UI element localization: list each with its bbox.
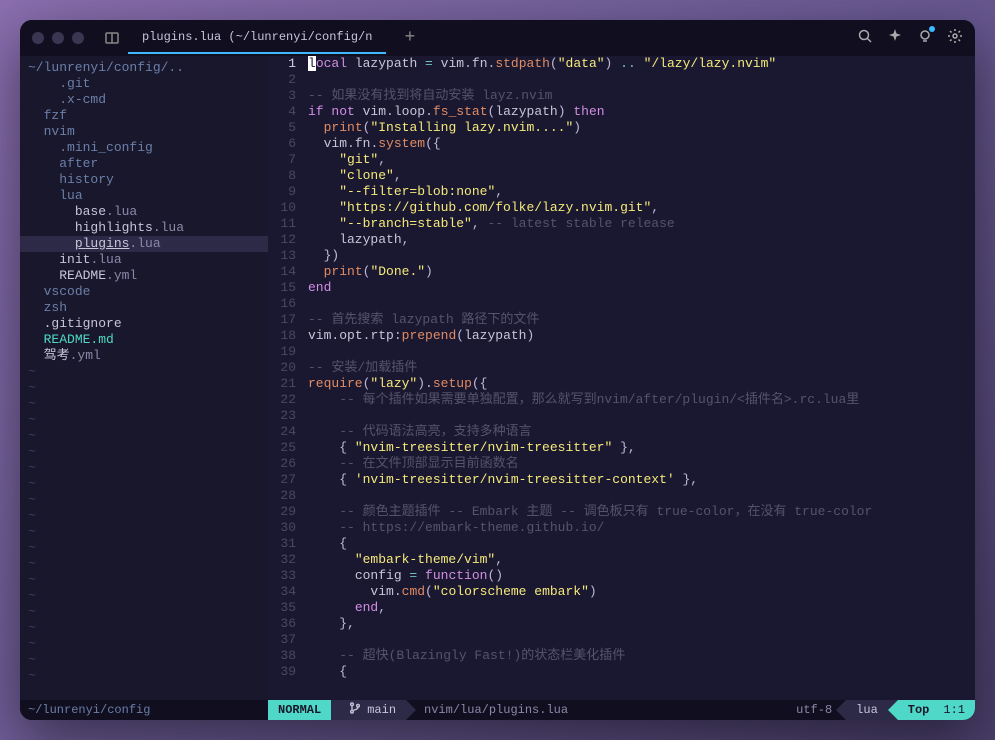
code-line[interactable] [308,632,975,648]
tree-item[interactable]: fzf [20,108,268,124]
code-pane: 1234567891011121314151617181920212223242… [268,56,975,700]
terminal-window: plugins.lua (~/lunrenyi/config/n + ~/lun… [20,20,975,720]
status-position: Top [898,700,940,720]
line-number-gutter: 1234567891011121314151617181920212223242… [268,56,302,700]
tab-active[interactable]: plugins.lua (~/lunrenyi/config/n [128,22,386,54]
status-mode: NORMAL [268,700,331,720]
code-line[interactable]: end, [308,600,975,616]
new-tab-button[interactable]: + [394,28,425,48]
status-file: nvim/lua/plugins.lua [406,700,788,720]
code-line[interactable]: -- 首先搜索 lazypath 路径下的文件 [308,312,975,328]
code-content[interactable]: local lazypath = vim.fn.stdpath("data") … [302,56,975,700]
code-line[interactable] [308,344,975,360]
maximize-window-button[interactable] [72,32,84,44]
tree-item[interactable]: .git [20,76,268,92]
code-line[interactable]: if not vim.loop.fs_stat(lazypath) then [308,104,975,120]
code-line[interactable]: -- 在文件顶部显示目前函数名 [308,456,975,472]
code-line[interactable]: vim.opt.rtp:prepend(lazypath) [308,328,975,344]
tree-root[interactable]: ~/lunrenyi/config/.. [20,60,268,76]
tree-item[interactable]: lua [20,188,268,204]
status-left-path: ~/lunrenyi/config [20,700,268,720]
search-icon[interactable] [857,28,873,48]
tree-item[interactable]: README.md [20,332,268,348]
code-line[interactable]: "--filter=blob:none", [308,184,975,200]
editor-area: ~/lunrenyi/config/.. .git .x-cmd fzf nvi… [20,56,975,700]
tree-item[interactable]: plugins.lua [20,236,268,252]
bulb-icon[interactable] [917,28,933,48]
statusbar: ~/lunrenyi/config NORMAL main nvim/lua/p… [20,700,975,720]
code-line[interactable]: "embark-theme/vim", [308,552,975,568]
code-line[interactable]: { "nvim-treesitter/nvim-treesitter" }, [308,440,975,456]
code-line[interactable]: "clone", [308,168,975,184]
code-line[interactable]: require("lazy").setup({ [308,376,975,392]
code-line[interactable] [308,72,975,88]
close-window-button[interactable] [32,32,44,44]
code-line[interactable]: }) [308,248,975,264]
code-line[interactable]: vim.cmd("colorscheme embark") [308,584,975,600]
code-line[interactable]: -- 超快(Blazingly Fast!)的状态栏美化插件 [308,648,975,664]
code-line[interactable]: local lazypath = vim.fn.stdpath("data") … [308,56,975,72]
code-line[interactable]: print("Installing lazy.nvim....") [308,120,975,136]
tree-item[interactable]: base.lua [20,204,268,220]
code-line[interactable]: -- https://embark-theme.github.io/ [308,520,975,536]
tree-item[interactable]: .x-cmd [20,92,268,108]
code-line[interactable]: print("Done.") [308,264,975,280]
tree-item[interactable]: README.yml [20,268,268,284]
tree-item[interactable]: .gitignore [20,316,268,332]
code-line[interactable]: "--branch=stable", -- latest stable rele… [308,216,975,232]
window-controls [32,32,84,44]
status-filetype: lua [846,700,888,720]
tree-item[interactable]: highlights.lua [20,220,268,236]
status-branch: main [331,700,406,720]
code-line[interactable]: config = function() [308,568,975,584]
tree-item[interactable]: history [20,172,268,188]
git-branch-icon [349,702,361,718]
code-line[interactable]: -- 安装/加载插件 [308,360,975,376]
split-pane-icon[interactable] [104,30,120,46]
code-line[interactable]: vim.fn.system({ [308,136,975,152]
status-branch-name: main [367,703,396,717]
code-line[interactable]: -- 颜色主题插件 -- Embark 主题 -- 调色板只有 true-col… [308,504,975,520]
code-line[interactable]: { 'nvim-treesitter/nvim-treesitter-conte… [308,472,975,488]
status-encoding: utf-8 [788,700,846,720]
tree-item[interactable]: vscode [20,284,268,300]
settings-gear-icon[interactable] [947,28,963,48]
tree-item[interactable]: 驾考.yml [20,348,268,364]
titlebar: plugins.lua (~/lunrenyi/config/n + [20,20,975,56]
code-line[interactable]: -- 代码语法高亮，支持多种语言 [308,424,975,440]
file-tree[interactable]: ~/lunrenyi/config/.. .git .x-cmd fzf nvi… [20,56,268,700]
tree-item[interactable]: init.lua [20,252,268,268]
code-line[interactable] [308,408,975,424]
code-line[interactable]: { [308,536,975,552]
sparkle-icon[interactable] [887,28,903,48]
minimize-window-button[interactable] [52,32,64,44]
code-line[interactable] [308,296,975,312]
code-line[interactable]: end [308,280,975,296]
code-line[interactable]: "git", [308,152,975,168]
code-line[interactable] [308,488,975,504]
tree-item[interactable]: .mini_config [20,140,268,156]
code-line[interactable]: lazypath, [308,232,975,248]
code-line[interactable]: -- 每个插件如果需要单独配置，那么就写到nvim/after/plugin/<… [308,392,975,408]
tree-item[interactable]: zsh [20,300,268,316]
tree-item[interactable]: nvim [20,124,268,140]
code-line[interactable]: "https://github.com/folke/lazy.nvim.git"… [308,200,975,216]
code-line[interactable]: { [308,664,975,680]
tree-item[interactable]: after [20,156,268,172]
status-location: 1:1 [939,700,975,720]
code-line[interactable]: }, [308,616,975,632]
code-line[interactable]: -- 如果没有找到将自动安装 layz.nvim [308,88,975,104]
